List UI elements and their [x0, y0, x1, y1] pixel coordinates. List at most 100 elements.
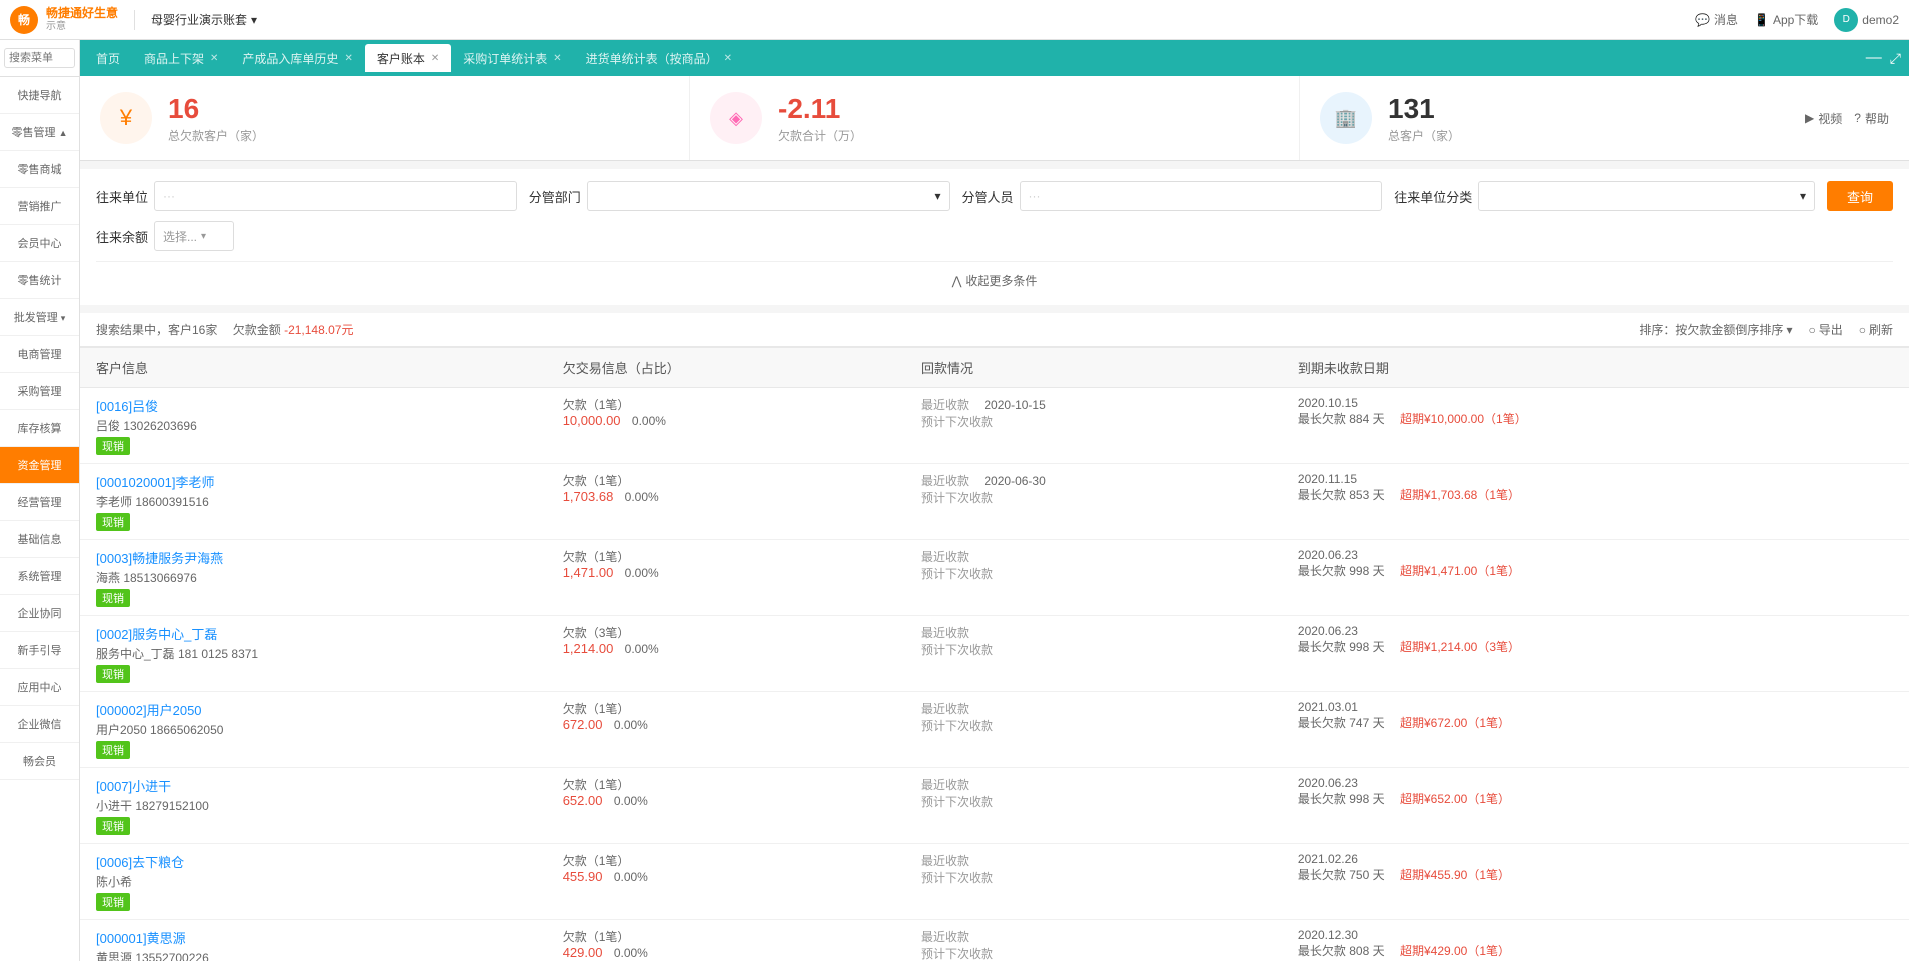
query-button[interactable]: 查询	[1827, 181, 1893, 211]
customer-name-link[interactable]: [0001020001]李老师	[96, 475, 215, 490]
debt-count: 欠款（3笔）	[563, 624, 889, 641]
user-menu[interactable]: D demo2	[1834, 8, 1899, 32]
sidebar-item-finance[interactable]: 资金管理	[0, 447, 79, 484]
sidebar-item-purchase[interactable]: 采购管理	[0, 373, 79, 410]
overdue-amount-link[interactable]: 超期¥652.00（1笔）	[1400, 792, 1510, 806]
sidebar-item-retail-stats[interactable]: 零售统计	[0, 262, 79, 299]
table-row: [000002]用户2050 用户2050 18665062050 现销 欠款（…	[80, 692, 1909, 768]
debt-count: 欠款（1笔）	[563, 852, 889, 869]
customer-name-link[interactable]: [0016]吕俊	[96, 399, 158, 414]
manager-input[interactable]: ···	[1020, 181, 1383, 211]
debt-amount: 652.00	[563, 793, 603, 808]
overdue-info-row: 最长欠款 750 天 超期¥455.90（1笔）	[1298, 866, 1893, 883]
next-collection-label: 预计下次收款	[921, 719, 993, 733]
tab-goods[interactable]: 商品上下架 ✕	[132, 44, 230, 72]
sidebar-item-appcenter[interactable]: 应用中心	[0, 669, 79, 706]
sidebar-label: 新手引导	[18, 645, 62, 657]
debt-amount-row: 1,471.00 0.00%	[563, 565, 889, 580]
tab-stock-history[interactable]: 产成品入库单历史 ✕	[230, 44, 364, 72]
sidebar-item-inventory[interactable]: 库存核算	[0, 410, 79, 447]
due-date: 2020.06.23	[1298, 776, 1893, 790]
last-collection-label: 最近收款	[921, 854, 969, 868]
app-download-btn[interactable]: 📱 App下载	[1754, 11, 1818, 28]
tenant-dropdown-arrow: ▾	[251, 13, 257, 27]
tab-bar-controls: — ⤢	[1866, 49, 1905, 67]
video-action[interactable]: ▶ 视频	[1805, 110, 1842, 127]
sidebar-item-quick-nav[interactable]: 快捷导航	[0, 77, 79, 114]
customer-name-link[interactable]: [0003]畅捷服务尹海燕	[96, 551, 223, 566]
sort-text: 排序：按欠款金额倒序排序	[1639, 321, 1783, 338]
balance-select[interactable]: 选择... ▾	[154, 221, 234, 251]
overdue-amount-link[interactable]: 超期¥1,214.00（3笔）	[1400, 640, 1520, 654]
filter-label-balance: 往来余额	[96, 227, 148, 246]
sidebar-item-batch-mgmt[interactable]: 批发管理 ▾	[0, 299, 79, 336]
overdue-amount-link[interactable]: 超期¥1,471.00（1笔）	[1400, 564, 1520, 578]
minimize-icon[interactable]: —	[1866, 49, 1882, 67]
debt-amount-row: 429.00 0.00%	[563, 945, 889, 960]
tab-close-icon[interactable]: ✕	[210, 53, 218, 64]
overdue-amount-link[interactable]: 超期¥429.00（1笔）	[1400, 944, 1510, 958]
overdue-amount-link[interactable]: 超期¥672.00（1笔）	[1400, 716, 1510, 730]
sidebar-label: 应用中心	[18, 682, 62, 694]
last-collection-date: 2020-06-30	[972, 474, 1045, 488]
sidebar-item-member-plus[interactable]: 畅会员	[0, 743, 79, 780]
customer-name-link[interactable]: [000001]黄思源	[96, 931, 186, 946]
dots-icon: ···	[1029, 189, 1041, 203]
sidebar-item-guide[interactable]: 新手引导	[0, 632, 79, 669]
sidebar-item-retail-mgmt[interactable]: 零售管理 ▲	[0, 114, 79, 151]
tab-customer-account[interactable]: 客户账本 ✕	[365, 44, 451, 72]
customer-name-link[interactable]: [000002]用户2050	[96, 703, 202, 718]
user-avatar: D	[1834, 8, 1858, 32]
sidebar-label: 快捷导航	[18, 90, 62, 102]
overdue-days: 最长欠款 808 天	[1298, 944, 1397, 958]
tab-stock-stats[interactable]: 进货单统计表（按商品） ✕	[574, 44, 744, 72]
tenant-selector[interactable]: 母婴行业演示账套 ▾	[151, 11, 257, 28]
overdue-amount-link[interactable]: 超期¥1,703.68（1笔）	[1400, 488, 1520, 502]
tab-close-icon[interactable]: ✕	[724, 53, 732, 64]
refresh-btn[interactable]: ○ 刷新	[1859, 321, 1893, 338]
tab-close-icon[interactable]: ✕	[553, 53, 561, 64]
sidebar-label: 零售统计	[18, 275, 62, 287]
message-btn[interactable]: 💬 消息	[1695, 11, 1738, 28]
help-action[interactable]: ? 帮助	[1854, 110, 1889, 127]
cell-collection: 最近收款 预计下次收款	[905, 768, 1282, 844]
sidebar-item-marketing[interactable]: 营销推广	[0, 188, 79, 225]
customer-name-link[interactable]: [0007]小进干	[96, 779, 171, 794]
customer-phone: 李老师 18600391516	[96, 493, 531, 510]
sidebar-item-enterprise[interactable]: 企业协同	[0, 595, 79, 632]
sidebar-item-ops[interactable]: 经营管理	[0, 484, 79, 521]
stat-card-total-debt: ◈ -2.11 欠款合计（万）	[690, 76, 1300, 160]
export-btn[interactable]: ○ 导出	[1808, 321, 1842, 338]
dropdown-arrow: ▾	[934, 189, 940, 203]
fullscreen-icon[interactable]: ⤢	[1890, 50, 1901, 67]
overdue-amount-link[interactable]: 超期¥455.90（1笔）	[1400, 868, 1510, 882]
tab-label: 进货单统计表（按商品）	[586, 50, 718, 67]
table-row: [0001020001]李老师 李老师 18600391516 现销 欠款（1笔…	[80, 464, 1909, 540]
sidebar-item-sys[interactable]: 系统管理	[0, 558, 79, 595]
tab-close-icon[interactable]: ✕	[344, 53, 352, 64]
debt-count: 欠款（1笔）	[563, 472, 889, 489]
debt-count: 欠款（1笔）	[563, 548, 889, 565]
cell-debt-info: 欠款（1笔） 455.90 0.00%	[547, 844, 905, 920]
sidebar-item-wechat[interactable]: 企业微信	[0, 706, 79, 743]
tab-close-icon[interactable]: ✕	[431, 53, 439, 64]
dept-select[interactable]: ▾	[587, 181, 950, 211]
category-select[interactable]: ▾	[1478, 181, 1815, 211]
overdue-amount-link[interactable]: 超期¥10,000.00（1笔）	[1400, 412, 1527, 426]
customer-name-link[interactable]: [0002]服务中心_丁磊	[96, 627, 217, 642]
tab-purchase-stats[interactable]: 采购订单统计表 ✕	[451, 44, 573, 72]
sidebar-item-member[interactable]: 会员中心	[0, 225, 79, 262]
sidebar-item-retail-store[interactable]: 零售商城	[0, 151, 79, 188]
search-input[interactable]	[4, 48, 75, 68]
debt-pct: 0.00%	[625, 490, 659, 504]
debt-pct: 0.00%	[614, 794, 648, 808]
sidebar-item-basic[interactable]: 基础信息	[0, 521, 79, 558]
last-collection-row: 最近收款	[921, 928, 1266, 945]
result-amount-value: -21,148.07元	[284, 323, 353, 337]
tab-home[interactable]: 首页	[84, 44, 132, 72]
collapse-button[interactable]: ⋀ 收起更多条件	[96, 268, 1893, 293]
customer-name-link[interactable]: [0006]去下粮仓	[96, 855, 184, 870]
from-unit-input[interactable]: ···	[154, 181, 517, 211]
sidebar-item-ecommerce[interactable]: 电商管理	[0, 336, 79, 373]
collapse-row: ⋀ 收起更多条件	[96, 261, 1893, 293]
